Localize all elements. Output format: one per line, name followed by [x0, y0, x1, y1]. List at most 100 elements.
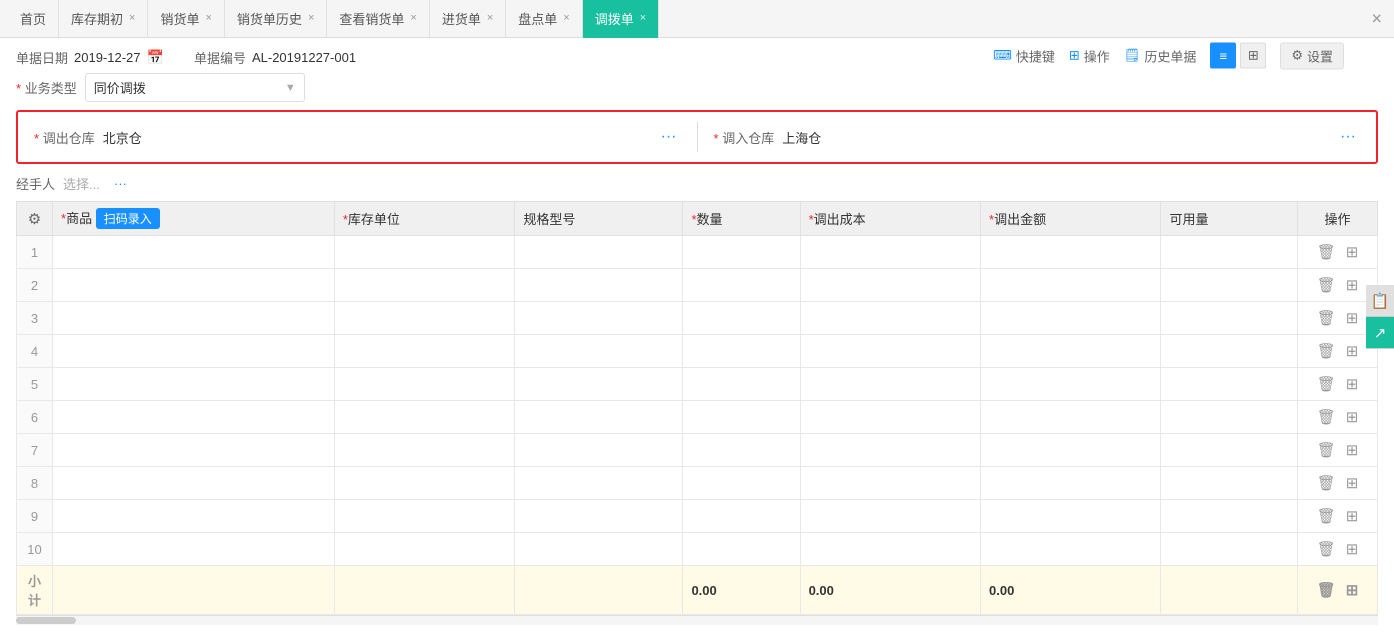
date-value[interactable]: 2019-12-27 — [74, 50, 141, 65]
row-cost-7[interactable] — [800, 434, 980, 467]
history-btn[interactable]: 🗒 历史单据 — [1124, 46, 1197, 65]
row-amount-8[interactable] — [981, 467, 1161, 500]
row-qty-10[interactable] — [683, 533, 800, 566]
warehouse-out-value[interactable]: 北京仓 — [103, 128, 649, 147]
row-goods-6[interactable] — [53, 401, 335, 434]
row-available-4[interactable] — [1161, 335, 1298, 368]
layout-btn-list[interactable]: ≡ — [1210, 43, 1236, 69]
row-qty-2[interactable] — [683, 269, 800, 302]
row-qty-7[interactable] — [683, 434, 800, 467]
row-goods-2[interactable] — [53, 269, 335, 302]
row-spec-4[interactable] — [515, 335, 683, 368]
tab-sales-order[interactable]: 销货单 × — [148, 0, 224, 38]
tab-transfer-close[interactable]: × — [640, 13, 646, 24]
row-cost-3[interactable] — [800, 302, 980, 335]
row-spec-7[interactable] — [515, 434, 683, 467]
float-expand-btn[interactable]: ↗ — [1366, 317, 1394, 349]
copy-btn-7[interactable]: ⊞ — [1344, 439, 1361, 461]
row-qty-8[interactable] — [683, 467, 800, 500]
warehouse-in-value[interactable]: 上海仓 — [782, 128, 1328, 147]
tab-transfer[interactable]: 调拨单 × — [583, 0, 659, 38]
delete-btn-8[interactable]: 🗑 — [1315, 472, 1338, 494]
operation-btn[interactable]: ⊞ 操作 — [1069, 46, 1110, 65]
row-cost-10[interactable] — [800, 533, 980, 566]
tab-sales-history-close[interactable]: × — [308, 13, 314, 24]
copy-btn-9[interactable]: ⊞ — [1344, 505, 1361, 527]
window-close-icon[interactable]: × — [1371, 8, 1382, 29]
copy-btn-sub[interactable]: ⊞ — [1344, 579, 1361, 601]
row-goods-8[interactable] — [53, 467, 335, 500]
row-available-7[interactable] — [1161, 434, 1298, 467]
copy-btn-8[interactable]: ⊞ — [1344, 472, 1361, 494]
row-spec-1[interactable] — [515, 236, 683, 269]
row-goods-5[interactable] — [53, 368, 335, 401]
layout-btn-grid[interactable]: ⊞ — [1240, 43, 1266, 69]
row-unit-7[interactable] — [334, 434, 514, 467]
settings-button[interactable]: ⚙ 设置 — [1280, 42, 1344, 69]
row-available-10[interactable] — [1161, 533, 1298, 566]
row-goods-9[interactable] — [53, 500, 335, 533]
warehouse-out-more-btn[interactable]: ··· — [657, 128, 681, 146]
row-spec-10[interactable] — [515, 533, 683, 566]
tab-stocktake[interactable]: 盘点单 × — [506, 0, 582, 38]
row-cost-9[interactable] — [800, 500, 980, 533]
row-unit-2[interactable] — [334, 269, 514, 302]
tab-stocktake-close[interactable]: × — [563, 13, 569, 24]
row-qty-6[interactable] — [683, 401, 800, 434]
row-cost-1[interactable] — [800, 236, 980, 269]
row-spec-9[interactable] — [515, 500, 683, 533]
row-amount-1[interactable] — [981, 236, 1161, 269]
delete-btn-10[interactable]: 🗑 — [1315, 538, 1338, 560]
copy-btn-4[interactable]: ⊞ — [1344, 340, 1361, 362]
row-available-3[interactable] — [1161, 302, 1298, 335]
delete-btn-2[interactable]: 🗑 — [1315, 274, 1338, 296]
float-notes-btn[interactable]: 📋 — [1366, 285, 1394, 317]
copy-btn-1[interactable]: ⊞ — [1344, 241, 1361, 263]
row-amount-9[interactable] — [981, 500, 1161, 533]
tab-view-sales-close[interactable]: × — [410, 13, 416, 24]
row-spec-8[interactable] — [515, 467, 683, 500]
tab-purchase-close[interactable]: × — [487, 13, 493, 24]
row-unit-3[interactable] — [334, 302, 514, 335]
row-cost-5[interactable] — [800, 368, 980, 401]
row-goods-4[interactable] — [53, 335, 335, 368]
row-cost-8[interactable] — [800, 467, 980, 500]
row-unit-4[interactable] — [334, 335, 514, 368]
row-spec-3[interactable] — [515, 302, 683, 335]
tab-sales-order-close[interactable]: × — [205, 13, 211, 24]
tab-inventory-init-close[interactable]: × — [129, 13, 135, 24]
gear-icon[interactable]: ⚙ — [28, 211, 41, 228]
row-available-8[interactable] — [1161, 467, 1298, 500]
row-spec-2[interactable] — [515, 269, 683, 302]
row-cost-2[interactable] — [800, 269, 980, 302]
horizontal-scrollbar[interactable] — [16, 615, 1378, 625]
row-goods-10[interactable] — [53, 533, 335, 566]
scan-btn[interactable]: 扫码录入 — [96, 208, 160, 229]
row-available-5[interactable] — [1161, 368, 1298, 401]
row-cost-6[interactable] — [800, 401, 980, 434]
copy-btn-6[interactable]: ⊞ — [1344, 406, 1361, 428]
row-unit-5[interactable] — [334, 368, 514, 401]
row-qty-5[interactable] — [683, 368, 800, 401]
copy-btn-10[interactable]: ⊞ — [1344, 538, 1361, 560]
copy-btn-2[interactable]: ⊞ — [1344, 274, 1361, 296]
row-amount-10[interactable] — [981, 533, 1161, 566]
delete-btn-7[interactable]: 🗑 — [1315, 439, 1338, 461]
row-goods-3[interactable] — [53, 302, 335, 335]
shortcut-btn[interactable]: ⌨ 快捷键 — [993, 46, 1055, 65]
row-amount-4[interactable] — [981, 335, 1161, 368]
row-goods-1[interactable] — [53, 236, 335, 269]
copy-btn-3[interactable]: ⊞ — [1344, 307, 1361, 329]
handler-more-btn[interactable]: ··· — [110, 176, 131, 191]
row-qty-1[interactable] — [683, 236, 800, 269]
row-amount-7[interactable] — [981, 434, 1161, 467]
row-qty-4[interactable] — [683, 335, 800, 368]
row-amount-3[interactable] — [981, 302, 1161, 335]
row-amount-6[interactable] — [981, 401, 1161, 434]
row-goods-7[interactable] — [53, 434, 335, 467]
delete-btn-1[interactable]: 🗑 — [1315, 241, 1338, 263]
tab-view-sales[interactable]: 查看销货单 × — [327, 0, 429, 38]
handler-select[interactable]: 选择... — [63, 174, 100, 193]
row-amount-2[interactable] — [981, 269, 1161, 302]
row-amount-5[interactable] — [981, 368, 1161, 401]
